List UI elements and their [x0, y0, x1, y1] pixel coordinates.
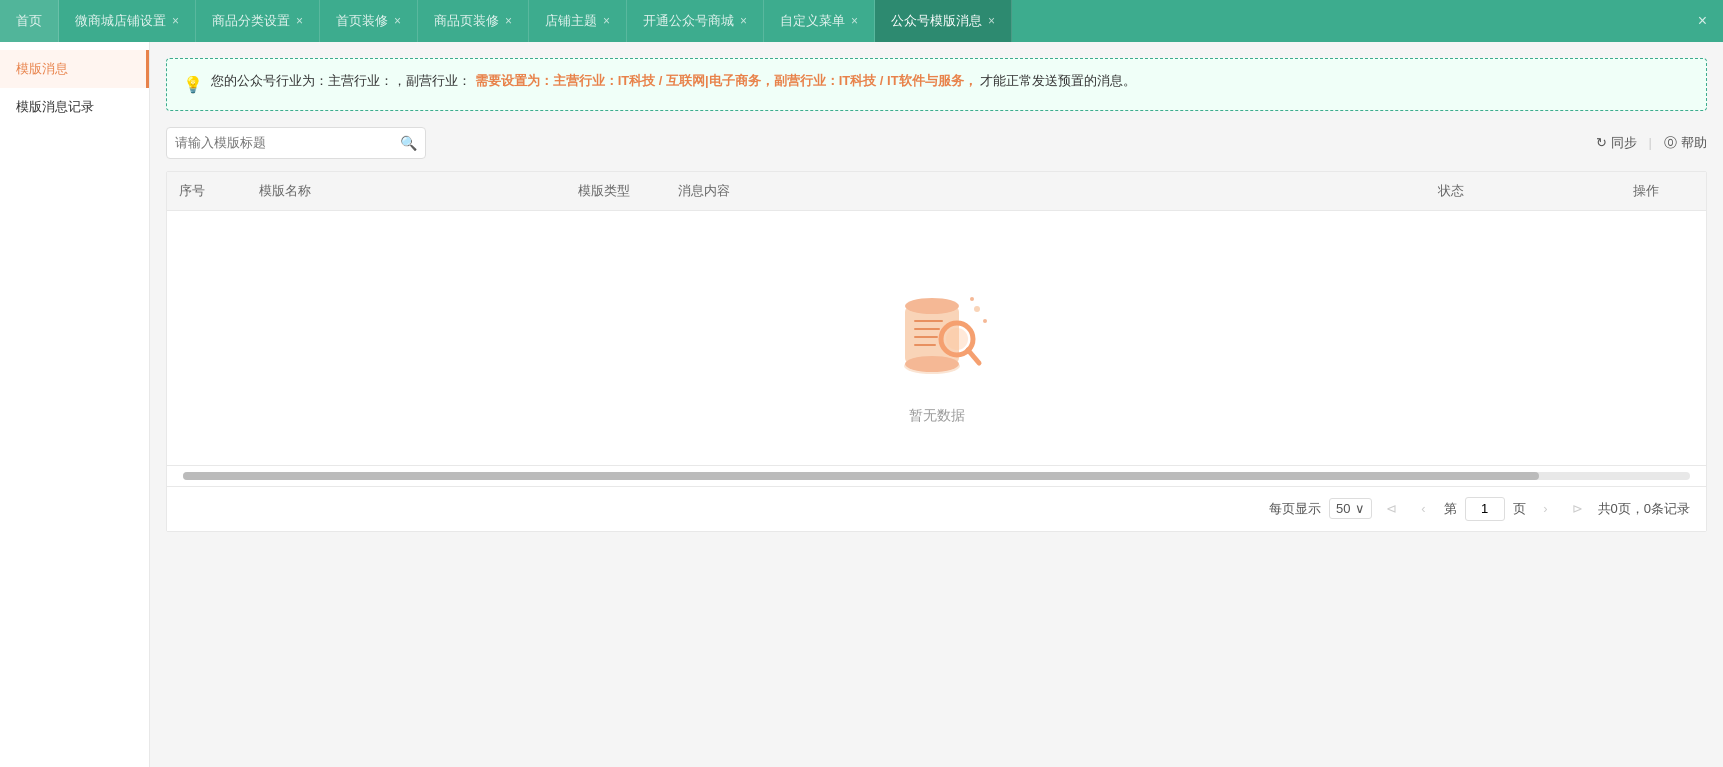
sidebar: 模版消息 模版消息记录 — [0, 42, 150, 767]
scroll-bar-area — [167, 465, 1706, 486]
sync-label: 同步 — [1611, 134, 1637, 152]
last-page-button[interactable]: ⊳ — [1566, 497, 1590, 521]
svg-point-11 — [974, 306, 980, 312]
search-bar: 🔍 ↻ 同步 | ⓪ 帮助 — [166, 127, 1707, 159]
alert-banner: 💡 您的公众号行业为：主营行业：，副营行业： 需要设置为：主营行业：IT科技 /… — [166, 58, 1707, 111]
close-icon[interactable]: × — [740, 15, 747, 27]
sync-icon: ↻ — [1596, 135, 1607, 150]
nav-tab-home-decor-label: 首页装修 — [336, 12, 388, 30]
nav-tab-home-label: 首页 — [16, 12, 42, 30]
per-page-label: 每页显示 — [1269, 500, 1321, 518]
pagination-total: 共0页，0条记录 — [1598, 500, 1690, 518]
per-page-select[interactable]: 50 ∨ — [1329, 498, 1371, 519]
page-input[interactable] — [1465, 497, 1505, 521]
col-header-type: 模版类型 — [566, 172, 666, 210]
alert-highlight: 需要设置为：主营行业：IT科技 / 互联网|电子商务，副营行业：IT科技 / I… — [475, 73, 977, 88]
nav-tab-store-theme-label: 店铺主题 — [545, 12, 597, 30]
nav-tab-shop-settings[interactable]: 微商城店铺设置 × — [59, 0, 196, 42]
nav-tab-open-mp-store-label: 开通公众号商城 — [643, 12, 734, 30]
svg-point-12 — [983, 319, 987, 323]
close-icon[interactable]: × — [988, 15, 995, 27]
page-unit: 页 — [1513, 500, 1526, 518]
search-input[interactable] — [175, 135, 400, 150]
alert-text: 您的公众号行业为：主营行业：，副营行业： 需要设置为：主营行业：IT科技 / 互… — [211, 71, 1136, 92]
main-content: 💡 您的公众号行业为：主营行业：，副营行业： 需要设置为：主营行业：IT科技 /… — [150, 42, 1723, 767]
col-header-status: 状态 — [1426, 172, 1586, 210]
svg-point-9 — [946, 328, 968, 350]
per-page-value: 50 — [1336, 501, 1350, 516]
col-header-content: 消息内容 — [666, 172, 1426, 210]
nav-tab-home[interactable]: 首页 — [0, 0, 59, 42]
svg-point-13 — [970, 297, 974, 301]
chevron-down-icon: ∨ — [1355, 501, 1365, 516]
col-header-seq: 序号 — [167, 172, 247, 210]
alert-prefix: 您的公众号行业为：主营行业：，副营行业： — [211, 73, 471, 88]
svg-line-10 — [968, 350, 979, 363]
help-label: 帮助 — [1681, 134, 1707, 152]
nav-tab-custom-menu[interactable]: 自定义菜单 × — [764, 0, 875, 42]
close-icon[interactable]: × — [172, 15, 179, 27]
help-circle-icon: ⓪ — [1664, 134, 1677, 152]
col-header-action: 操作 — [1586, 172, 1706, 210]
svg-point-2 — [905, 298, 959, 314]
page-label: 第 — [1444, 500, 1457, 518]
nav-tab-shop-settings-label: 微商城店铺设置 — [75, 12, 166, 30]
alert-suffix: 才能正常发送预置的消息。 — [980, 73, 1136, 88]
prev-page-button[interactable]: ‹ — [1412, 497, 1436, 521]
sync-button[interactable]: ↻ 同步 — [1596, 134, 1637, 152]
top-nav: 首页 微商城店铺设置 × 商品分类设置 × 首页装修 × 商品页装修 × 店铺主… — [0, 0, 1723, 42]
sidebar-item-template-msg-label: 模版消息 — [16, 61, 68, 76]
sidebar-item-template-msg-log[interactable]: 模版消息记录 — [0, 88, 149, 126]
help-button[interactable]: ⓪ 帮助 — [1664, 134, 1707, 152]
empty-illustration — [877, 271, 997, 391]
sidebar-item-template-msg[interactable]: 模版消息 — [0, 50, 149, 88]
pagination: 每页显示 50 ∨ ⊲ ‹ 第 页 › ⊳ 共0页，0条记录 — [167, 486, 1706, 531]
nav-tab-open-mp-store[interactable]: 开通公众号商城 × — [627, 0, 764, 42]
search-input-wrapper[interactable]: 🔍 — [166, 127, 426, 159]
close-icon[interactable]: × — [603, 15, 610, 27]
nav-tab-product-decor-label: 商品页装修 — [434, 12, 499, 30]
empty-state: 暂无数据 — [167, 211, 1706, 465]
next-page-button[interactable]: › — [1534, 497, 1558, 521]
nav-tab-custom-menu-label: 自定义菜单 — [780, 12, 845, 30]
nav-tab-category-settings[interactable]: 商品分类设置 × — [196, 0, 320, 42]
scrollbar-thumb[interactable] — [183, 472, 1539, 480]
bulb-icon: 💡 — [183, 72, 203, 98]
toolbar-right: ↻ 同步 | ⓪ 帮助 — [1596, 134, 1707, 152]
sidebar-item-template-msg-log-label: 模版消息记录 — [16, 99, 94, 114]
main-layout: 模版消息 模版消息记录 💡 您的公众号行业为：主营行业：，副营行业： 需要设置为… — [0, 42, 1723, 767]
nav-tab-category-settings-label: 商品分类设置 — [212, 12, 290, 30]
nav-tab-mp-template[interactable]: 公众号模版消息 × — [875, 0, 1012, 42]
search-button[interactable]: 🔍 — [400, 135, 417, 151]
divider: | — [1649, 135, 1652, 150]
table-header: 序号 模版名称 模版类型 消息内容 状态 操作 — [167, 172, 1706, 211]
close-all-button[interactable]: × — [1682, 12, 1723, 30]
data-table: 序号 模版名称 模版类型 消息内容 状态 操作 — [166, 171, 1707, 532]
nav-tab-home-decor[interactable]: 首页装修 × — [320, 0, 418, 42]
close-icon[interactable]: × — [296, 15, 303, 27]
svg-point-3 — [905, 356, 959, 372]
col-header-name: 模版名称 — [247, 172, 566, 210]
close-icon[interactable]: × — [505, 15, 512, 27]
close-icon[interactable]: × — [394, 15, 401, 27]
horizontal-scrollbar[interactable] — [183, 472, 1690, 480]
nav-tab-store-theme[interactable]: 店铺主题 × — [529, 0, 627, 42]
nav-tab-product-decor[interactable]: 商品页装修 × — [418, 0, 529, 42]
empty-text: 暂无数据 — [909, 407, 965, 425]
first-page-button[interactable]: ⊲ — [1380, 497, 1404, 521]
nav-tab-mp-template-label: 公众号模版消息 — [891, 12, 982, 30]
close-icon[interactable]: × — [851, 15, 858, 27]
